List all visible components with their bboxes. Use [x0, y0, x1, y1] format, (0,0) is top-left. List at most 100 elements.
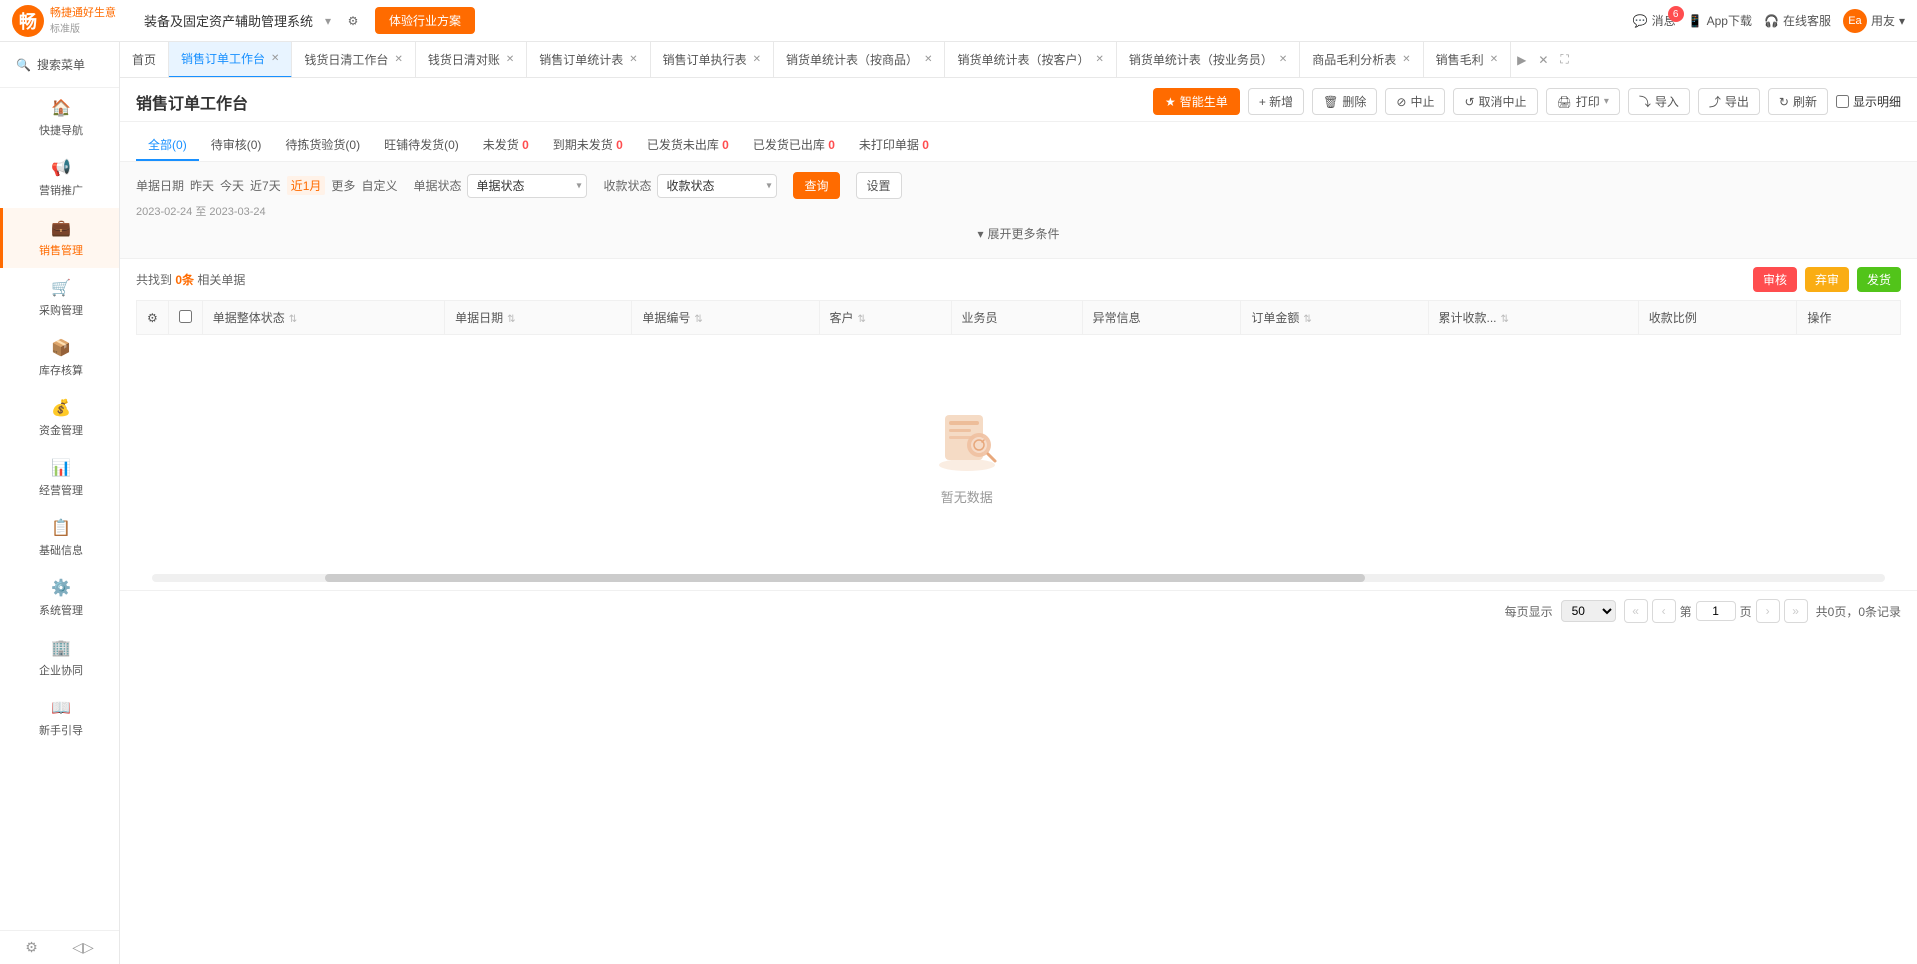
gear-icon[interactable]: ⚙ — [339, 7, 367, 35]
tab-close-product-margin[interactable]: ✕ — [1402, 54, 1410, 65]
online-service-button[interactable]: 🎧 在线客服 — [1764, 12, 1831, 29]
message-button[interactable]: 💬 消息 6 — [1633, 12, 1676, 29]
refresh-button[interactable]: ↻ 刷新 — [1768, 88, 1828, 115]
tab-close-all-button[interactable]: ✕ — [1532, 42, 1554, 78]
tab-close-sales-stat-product[interactable]: ✕ — [924, 54, 932, 65]
last-page-btn[interactable]: » — [1784, 599, 1808, 623]
th-checkbox[interactable] — [168, 301, 202, 335]
tab-home[interactable]: 首页 — [120, 42, 169, 78]
show-detail-input[interactable] — [1836, 95, 1849, 108]
tab-close-sales-stat-staff[interactable]: ✕ — [1279, 54, 1287, 65]
sidebar-item-purchase[interactable]: 🛒 采购管理 — [0, 268, 119, 328]
date-custom[interactable]: 自定义 — [361, 177, 397, 194]
main-layout: 🔍 搜索菜单 🏠 快捷导航 📢 营销推广 💼 销售管理 🛒 采购管理 — [0, 42, 1917, 964]
sort-received-icon[interactable]: ⇅ — [1501, 314, 1509, 325]
tab-close-sales-workbench[interactable]: ✕ — [271, 53, 279, 64]
tab-close-cash-daily[interactable]: ✕ — [394, 54, 402, 65]
tab-more-button[interactable]: ▶ — [1511, 42, 1532, 78]
sort-date-icon[interactable]: ⇅ — [507, 314, 515, 325]
sort-amount-icon[interactable]: ⇅ — [1303, 314, 1311, 325]
sidebar-item-quick-nav[interactable]: 🏠 快捷导航 — [0, 88, 119, 148]
sidebar-item-system[interactable]: ⚙️ 系统管理 — [0, 568, 119, 628]
system-dropdown-icon[interactable]: ▾ — [325, 14, 331, 28]
revoke-button[interactable]: 弃审 — [1805, 267, 1849, 292]
tab-product-margin-label: 商品毛利分析表 — [1312, 51, 1396, 68]
status-tab-not-shipped[interactable]: 未发货 0 — [471, 130, 541, 161]
page-input[interactable] — [1696, 601, 1736, 621]
sort-number-icon[interactable]: ⇅ — [694, 314, 702, 325]
scrollbar-thumb[interactable] — [325, 574, 1365, 582]
tab-sales-stat-product[interactable]: 销货单统计表（按商品） ✕ — [774, 42, 945, 78]
th-settings[interactable]: ⚙ — [137, 301, 169, 335]
review-button[interactable]: 审核 — [1753, 267, 1797, 292]
sidebar-item-operation[interactable]: 📊 经营管理 — [0, 448, 119, 508]
search-menu-button[interactable]: 🔍 搜索菜单 — [8, 50, 111, 79]
expand-conditions-button[interactable]: ▾ 展开更多条件 — [136, 219, 1901, 248]
app-download-button[interactable]: 📱 App下载 — [1688, 12, 1752, 29]
print-button[interactable]: 🖨 打印 ▾ — [1546, 88, 1620, 115]
status-tab-wangpu[interactable]: 旺铺待发货(0) — [372, 130, 471, 161]
tab-sales-stat-customer[interactable]: 销货单统计表（按客户） ✕ — [945, 42, 1116, 78]
sidebar-settings-btn[interactable]: ⚙ — [25, 939, 38, 956]
tab-sales-stat-staff[interactable]: 销货单统计表（按业务员） ✕ — [1117, 42, 1300, 78]
tab-close-cash-reconcile[interactable]: ✕ — [506, 54, 514, 65]
show-detail-checkbox[interactable]: 显示明细 — [1836, 93, 1901, 110]
tab-sales-workbench[interactable]: 销售订单工作台 ✕ — [169, 42, 292, 78]
delete-button[interactable]: 🗑 删除 — [1312, 88, 1377, 115]
prev-page-btn[interactable]: ‹ — [1652, 599, 1676, 623]
next-page-btn[interactable]: › — [1756, 599, 1780, 623]
payment-select[interactable]: 收款状态 — [657, 174, 777, 198]
sidebar-collapse-btn[interactable]: ◁▷ — [72, 939, 94, 956]
tab-sales-order-exec[interactable]: 销售订单执行表 ✕ — [651, 42, 774, 78]
sidebar-item-enterprise[interactable]: 🏢 企业协同 — [0, 628, 119, 688]
status-tab-pending-review[interactable]: 待审核(0) — [199, 130, 274, 161]
export-button[interactable]: ⤴ 导出 — [1698, 88, 1760, 115]
tab-close-sales-more[interactable]: ✕ — [1490, 54, 1498, 65]
user-area[interactable]: Ea 用友 ▾ — [1843, 9, 1905, 33]
date-yesterday[interactable]: 昨天 — [190, 177, 214, 194]
tab-fullscreen-button[interactable]: ⛶ — [1554, 42, 1574, 78]
sidebar-item-marketing[interactable]: 📢 营销推广 — [0, 148, 119, 208]
sidebar-item-sales[interactable]: 💼 销售管理 — [0, 208, 119, 268]
query-button[interactable]: 查询 — [793, 172, 839, 199]
tab-cash-daily[interactable]: 钱货日清工作台 ✕ — [292, 42, 415, 78]
cancel-stop-button[interactable]: ↺ 取消中止 — [1453, 88, 1537, 115]
import-button[interactable]: ⤵ 导入 — [1628, 88, 1690, 115]
tab-sales-order-stat[interactable]: 销售订单统计表 ✕ — [527, 42, 650, 78]
sidebar-item-basic-info[interactable]: 📋 基础信息 — [0, 508, 119, 568]
experience-button[interactable]: 体验行业方案 — [375, 7, 475, 34]
status-tab-shipped-out[interactable]: 已发货已出库 0 — [741, 130, 847, 161]
status-tab-overdue-ship[interactable]: 到期未发货 0 — [541, 130, 635, 161]
tab-cash-reconcile[interactable]: 钱货日清对账 ✕ — [416, 42, 527, 78]
page-size-select[interactable]: 10 20 50 100 — [1561, 600, 1616, 622]
status-tab-pending-inspect[interactable]: 待拣货验货(0) — [273, 130, 372, 161]
tab-close-sales-order-exec[interactable]: ✕ — [753, 54, 761, 65]
horizontal-scrollbar[interactable] — [120, 566, 1917, 590]
date-1month[interactable]: 近1月 — [287, 176, 326, 195]
settings-filter-button[interactable]: 设置 — [856, 172, 902, 199]
sidebar-item-finance[interactable]: 💰 资金管理 — [0, 388, 119, 448]
status-tab-not-printed[interactable]: 未打印单据 0 — [847, 130, 941, 161]
tab-sales-more[interactable]: 销售毛利 ✕ — [1424, 42, 1511, 78]
first-page-btn[interactable]: « — [1624, 599, 1648, 623]
tab-close-sales-order-stat[interactable]: ✕ — [629, 54, 637, 65]
tab-product-margin[interactable]: 商品毛利分析表 ✕ — [1300, 42, 1423, 78]
status-tab-shipped-not-out[interactable]: 已发货未出库 0 — [635, 130, 741, 161]
sidebar-item-inventory[interactable]: 📦 库存核算 — [0, 328, 119, 388]
stop-button[interactable]: ⊘ 中止 — [1385, 88, 1445, 115]
date-7days[interactable]: 近7天 — [250, 177, 281, 194]
sort-status-icon[interactable]: ⇅ — [289, 314, 297, 325]
date-today[interactable]: 今天 — [220, 177, 244, 194]
ship-button[interactable]: 发货 — [1857, 267, 1901, 292]
stop-icon: ⊘ — [1396, 95, 1406, 109]
select-all-checkbox[interactable] — [179, 310, 192, 323]
status-tab-all[interactable]: 全部(0) — [136, 130, 199, 161]
smart-create-button[interactable]: ★ 智能生单 — [1153, 88, 1240, 115]
tab-close-sales-stat-customer[interactable]: ✕ — [1095, 54, 1103, 65]
sidebar-item-guide[interactable]: 📖 新手引导 — [0, 688, 119, 748]
add-button[interactable]: + 新增 — [1248, 88, 1304, 115]
delete-icon: 🗑 — [1323, 95, 1338, 109]
date-more[interactable]: 更多 — [331, 177, 355, 194]
sort-customer-icon[interactable]: ⇅ — [858, 314, 866, 325]
status-select[interactable]: 单据状态 — [467, 174, 587, 198]
